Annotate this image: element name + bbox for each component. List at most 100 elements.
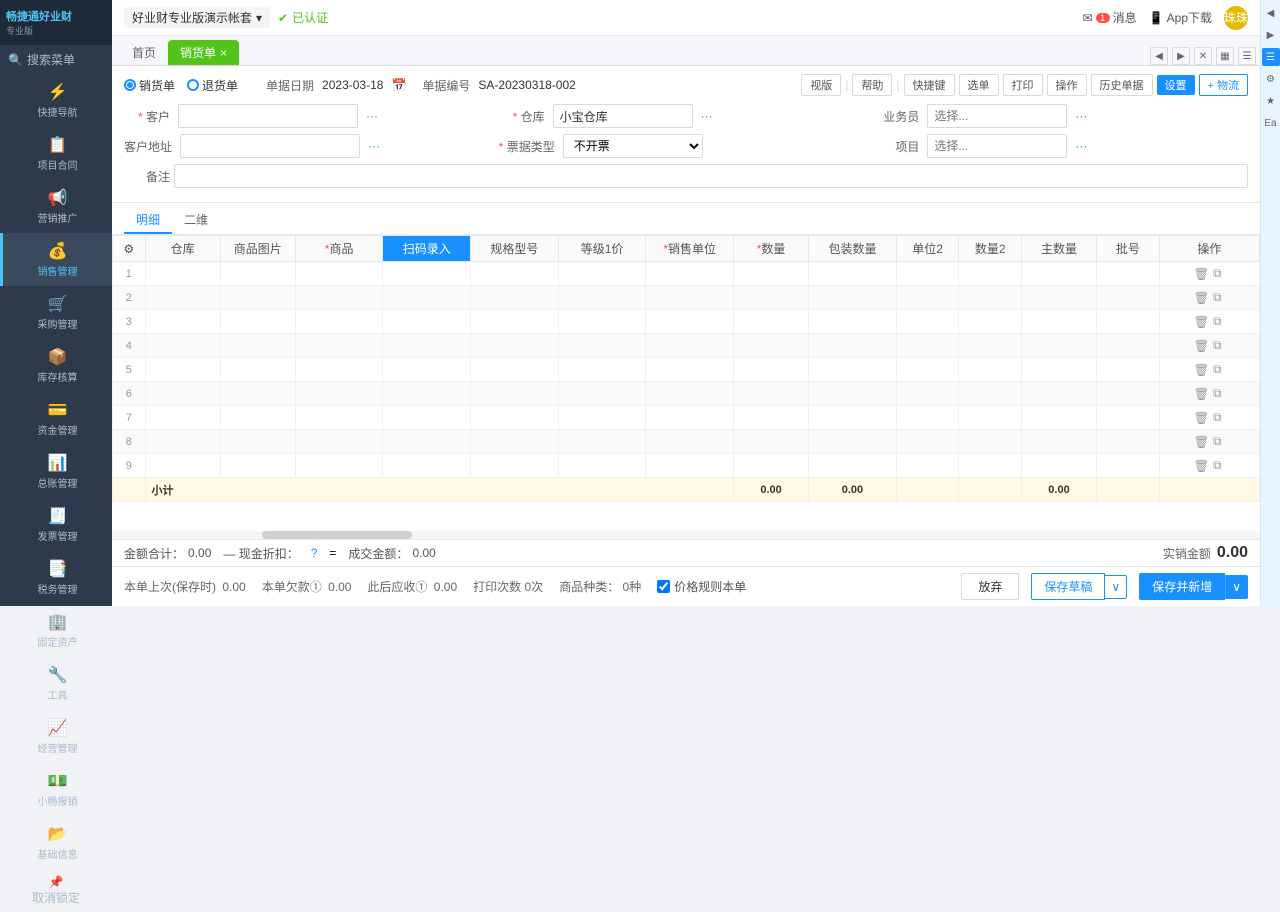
invoice-select[interactable]: 不开票 增值税普通发票 增值税专用发票 xyxy=(563,134,703,158)
customer-input[interactable] xyxy=(178,104,358,128)
customer-more[interactable]: ··· xyxy=(362,109,382,123)
history-button[interactable]: 历史单据 xyxy=(1091,74,1153,96)
abandon-button[interactable]: 放弃 xyxy=(961,573,1019,600)
tab-grid-icon[interactable]: ▦ xyxy=(1216,47,1234,65)
row-copy-btn[interactable]: ⧉ xyxy=(1210,315,1224,329)
address-input[interactable] xyxy=(180,134,360,158)
sidebar-cancel-pin[interactable]: 📌 取消锁定 xyxy=(0,869,112,912)
select-button[interactable]: 选单 xyxy=(959,74,999,96)
user-avatar[interactable]: 珠珠 xyxy=(1224,6,1248,30)
company-selector[interactable]: 好业财专业版演示帐套 ▾ xyxy=(124,7,270,28)
sidebar-search[interactable]: 🔍 搜索菜单 xyxy=(0,45,112,74)
credit-val: 0.00 xyxy=(328,580,351,594)
tab-next-arrow[interactable]: ▶ xyxy=(1172,47,1190,65)
sidebar-item-capital[interactable]: 💳 资金管理 xyxy=(0,392,112,445)
messages-button[interactable]: ✉ 1 消息 xyxy=(1083,9,1137,26)
print-button[interactable]: 打印 xyxy=(1003,74,1043,96)
view-button[interactable]: 视版 xyxy=(801,74,841,96)
col-settings[interactable]: ⚙ xyxy=(113,236,146,262)
row-copy-btn[interactable]: ⧉ xyxy=(1210,459,1224,473)
total-amount: 金额合计： 0.00 xyxy=(124,545,211,562)
operation-button[interactable]: 操作 xyxy=(1047,74,1087,96)
scrollbar-thumb[interactable] xyxy=(262,531,412,539)
row-copy-btn[interactable]: ⧉ xyxy=(1210,267,1224,281)
save-draft-button[interactable]: 保存草稿 xyxy=(1031,573,1105,600)
horizontal-scrollbar[interactable] xyxy=(112,531,1260,539)
salesperson-input[interactable] xyxy=(927,104,1067,128)
bill-no-value: SA-20230318-002 xyxy=(478,78,575,92)
sidebar-item-tools[interactable]: 🔧 工具 xyxy=(0,657,112,710)
warehouse-input[interactable] xyxy=(553,104,693,128)
sidebar-item-ops[interactable]: 📈 经营管理 xyxy=(0,710,112,763)
col-batch-import[interactable]: 扫码录入 xyxy=(383,236,471,262)
right-tool-1[interactable]: ◀ xyxy=(1262,4,1280,22)
right-tool-5[interactable]: Ea xyxy=(1262,114,1280,132)
help-icon[interactable]: ? xyxy=(311,546,318,560)
sidebar-item-assets[interactable]: 🏢 固定资产 xyxy=(0,604,112,657)
row-delete-btn[interactable]: 🗑 xyxy=(1194,411,1208,425)
note-input[interactable] xyxy=(174,164,1248,188)
tab-prev-arrow[interactable]: ◀ xyxy=(1150,47,1168,65)
sidebar-item-project[interactable]: 📋 项目合同 xyxy=(0,127,112,180)
project-more[interactable]: ··· xyxy=(1071,139,1091,153)
address-more[interactable]: ··· xyxy=(364,139,384,153)
footer-actions: 本单上次(保存时) 0.00 本单欠款① 0.00 此后应收① 0.00 打印次… xyxy=(112,566,1260,606)
sidebar-item-marketing[interactable]: 📢 营销推广 xyxy=(0,180,112,233)
row-delete-btn[interactable]: 🗑 xyxy=(1194,291,1208,305)
calendar-icon[interactable]: 📅 xyxy=(391,78,406,92)
project-input[interactable] xyxy=(927,134,1067,158)
sidebar-item-inventory[interactable]: 📦 库存核算 xyxy=(0,339,112,392)
radio-return[interactable]: 退货单 xyxy=(187,77,238,94)
tab-home[interactable]: 首页 xyxy=(120,40,168,65)
row-copy-btn[interactable]: ⧉ xyxy=(1210,363,1224,377)
row-num: 7 xyxy=(113,406,146,430)
set-button[interactable]: 设置 xyxy=(1157,75,1195,95)
salesperson-more[interactable]: ··· xyxy=(1071,109,1091,123)
sidebar-item-report[interactable]: 💵 小畅报销 xyxy=(0,763,112,816)
shortcuts-button[interactable]: 快捷键 xyxy=(904,74,955,96)
save-new-button[interactable]: 保存并新增 xyxy=(1139,573,1225,600)
logistics-button[interactable]: + 物流 xyxy=(1199,74,1248,96)
row-delete-btn[interactable]: 🗑 xyxy=(1194,363,1208,377)
price-rule-checkbox[interactable]: 价格规则本单 xyxy=(657,578,746,595)
row-copy-btn[interactable]: ⧉ xyxy=(1210,435,1224,449)
row-delete-btn[interactable]: 🗑 xyxy=(1194,339,1208,353)
row-delete-btn[interactable]: 🗑 xyxy=(1194,435,1208,449)
right-tool-active[interactable]: ☰ xyxy=(1262,48,1280,66)
row-copy-btn[interactable]: ⧉ xyxy=(1210,387,1224,401)
row-delete-btn[interactable]: 🗑 xyxy=(1194,387,1208,401)
sidebar-item-accounting[interactable]: 📊 总账管理 xyxy=(0,445,112,498)
right-tool-3[interactable]: ⚙ xyxy=(1262,70,1280,88)
row-delete-btn[interactable]: 🗑 xyxy=(1194,459,1208,473)
price-rule-check[interactable] xyxy=(657,580,670,593)
col-product-image: 商品图片 xyxy=(220,236,295,262)
save-new-arrow[interactable]: ∨ xyxy=(1225,575,1248,599)
right-tool-4[interactable]: ★ xyxy=(1262,92,1280,110)
row-copy-btn[interactable]: ⧉ xyxy=(1210,291,1224,305)
row-copy-btn[interactable]: ⧉ xyxy=(1210,411,1224,425)
row-delete-btn[interactable]: 🗑 xyxy=(1194,267,1208,281)
warehouse-more[interactable]: ··· xyxy=(697,109,717,123)
tab-close-all[interactable]: ✕ xyxy=(1194,47,1212,65)
row-copy-btn[interactable]: ⧉ xyxy=(1210,339,1224,353)
message-icon: ✉ xyxy=(1083,11,1093,25)
sidebar-item-tax[interactable]: 📑 税务管理 xyxy=(0,551,112,604)
app-download-button[interactable]: 📱 App下载 xyxy=(1149,9,1212,26)
tab-sales-order[interactable]: 销货单 × xyxy=(168,40,239,65)
radio-sales[interactable]: 销货单 xyxy=(124,77,175,94)
right-tool-2[interactable]: ▶ xyxy=(1262,26,1280,44)
tab-list-icon[interactable]: ☰ xyxy=(1238,47,1256,65)
sidebar-item-quick-nav[interactable]: ⚡ 快捷导航 xyxy=(0,74,112,127)
sidebar-item-sales[interactable]: 💰 销售管理 xyxy=(0,233,112,286)
tab-close-icon[interactable]: × xyxy=(220,46,227,60)
tab-2d[interactable]: 二维 xyxy=(172,207,220,234)
sidebar-item-basic[interactable]: 📂 基础信息 xyxy=(0,816,112,869)
row-delete-btn[interactable]: 🗑 xyxy=(1194,315,1208,329)
save-draft-arrow[interactable]: ∨ xyxy=(1105,575,1127,599)
sidebar-item-invoice[interactable]: 🧾 发票管理 xyxy=(0,498,112,551)
tab-detail[interactable]: 明细 xyxy=(124,207,172,234)
sidebar-item-purchase[interactable]: 🛒 采购管理 xyxy=(0,286,112,339)
bill-no-label: 单据编号 xyxy=(422,77,470,94)
help-button[interactable]: 帮助 xyxy=(852,74,892,96)
col-pack-qty: 包装数量 xyxy=(809,236,897,262)
